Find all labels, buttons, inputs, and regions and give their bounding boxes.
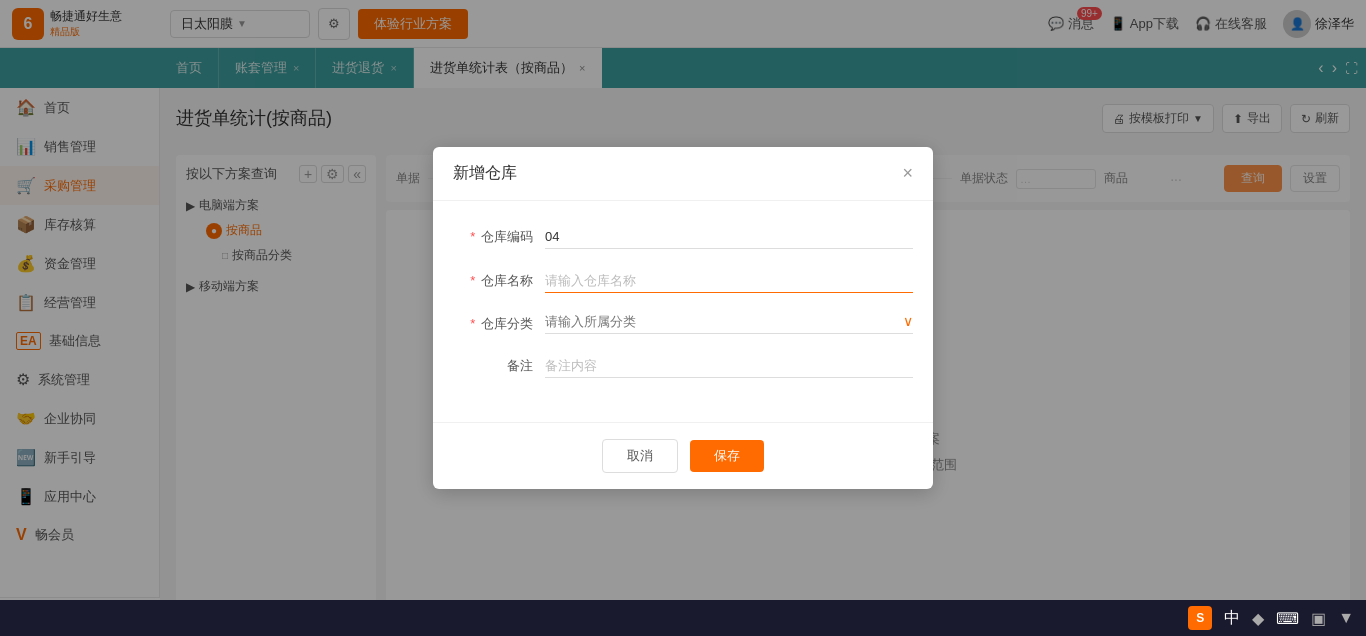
code-input[interactable] (545, 225, 913, 249)
form-row-category: * 仓库分类 ∨ (453, 313, 913, 334)
note-input[interactable] (545, 354, 913, 378)
chinese-input-icon[interactable]: 中 (1224, 608, 1240, 629)
dialog-close-button[interactable]: × (902, 163, 913, 184)
keyboard-icon[interactable]: ⌨ (1276, 609, 1299, 628)
name-label: * 仓库名称 (453, 272, 533, 290)
dialog-body: * 仓库编码 * 仓库名称 * 仓库分类 (433, 201, 933, 422)
screen-icon: ▣ (1311, 609, 1326, 628)
note-label: 备注 (453, 357, 533, 375)
form-row-code: * 仓库编码 (453, 225, 913, 249)
cancel-button[interactable]: 取消 (602, 439, 678, 473)
name-input[interactable] (545, 269, 913, 293)
category-chevron-icon: ∨ (903, 313, 913, 329)
category-label: * 仓库分类 (453, 315, 533, 333)
category-input[interactable] (545, 314, 903, 329)
bottom-bar: S 中 ◆ ⌨ ▣ ▼ (0, 600, 1366, 636)
name-required: * (470, 273, 475, 288)
category-label-text: 仓库分类 (481, 316, 533, 331)
expand-icon[interactable]: ▼ (1338, 609, 1354, 627)
code-label: * 仓库编码 (453, 228, 533, 246)
dialog-footer: 取消 保存 (433, 422, 933, 489)
dialog-title: 新增仓库 (453, 163, 517, 184)
modal-overlay: 新增仓库 × * 仓库编码 * 仓库名称 (0, 0, 1366, 636)
note-label-text: 备注 (507, 358, 533, 373)
form-row-note: 备注 (453, 354, 913, 378)
category-select-wrapper: ∨ (545, 313, 913, 334)
name-label-text: 仓库名称 (481, 273, 533, 288)
save-button[interactable]: 保存 (690, 440, 764, 472)
code-required: * (470, 229, 475, 244)
dialog-header: 新增仓库 × (433, 147, 933, 201)
category-required: * (470, 316, 475, 331)
s-logo: S (1188, 606, 1212, 630)
code-label-text: 仓库编码 (481, 229, 533, 244)
diamond-icon: ◆ (1252, 609, 1264, 628)
form-row-name: * 仓库名称 (453, 269, 913, 293)
add-warehouse-dialog: 新增仓库 × * 仓库编码 * 仓库名称 (433, 147, 933, 489)
